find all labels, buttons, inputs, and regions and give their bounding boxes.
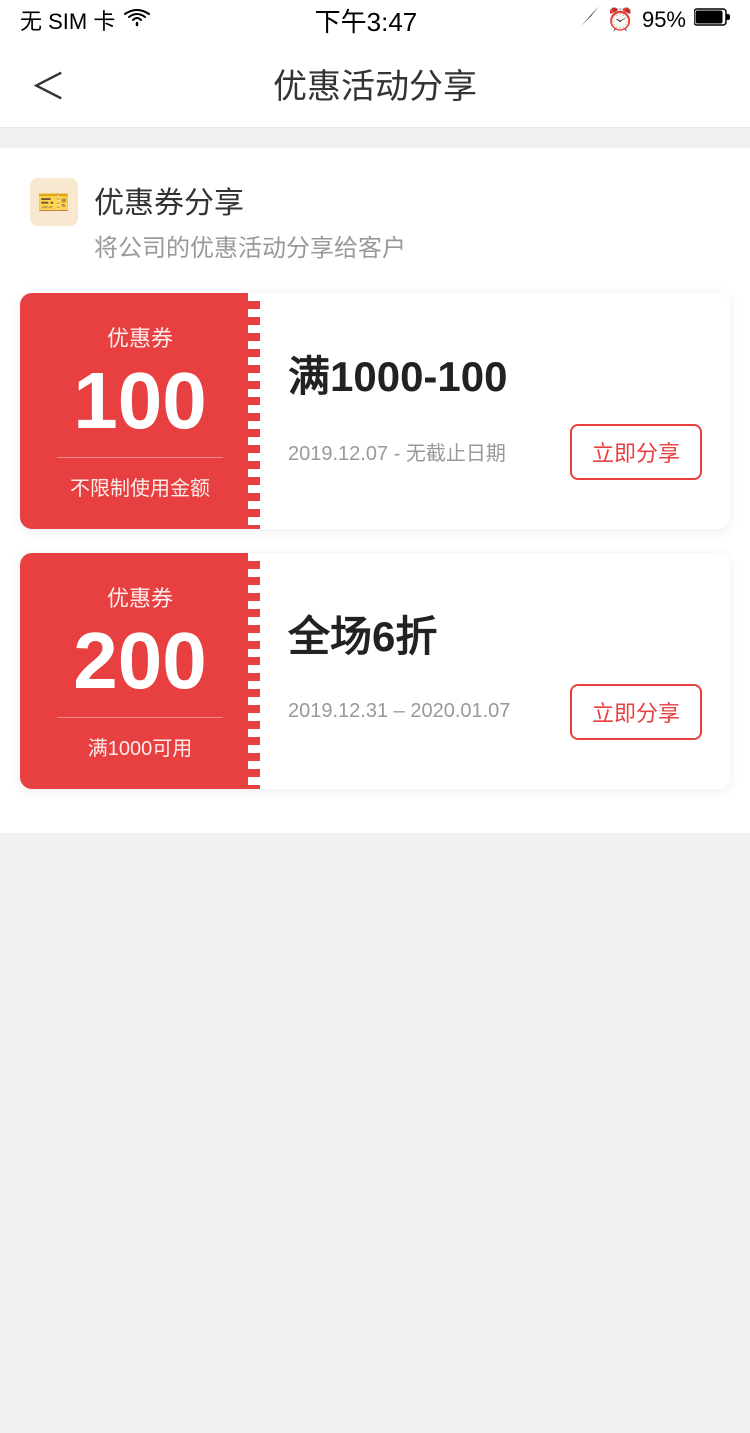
battery-text: 95%: [642, 7, 686, 33]
coupon-amount-2: 200: [73, 621, 206, 701]
coupon-name-2: 全场6折: [288, 603, 702, 664]
section-divider: [0, 128, 750, 148]
coupon-card-1: 优惠券 100 不限制使用金额 满1000-100 2019.12.07 - 无…: [20, 293, 730, 529]
coupon-list: 优惠券 100 不限制使用金额 满1000-100 2019.12.07 - 无…: [0, 283, 750, 833]
back-button[interactable]: ＜: [30, 58, 66, 110]
coupon-label-2: 优惠券: [107, 581, 173, 613]
status-left: 无 SIM 卡: [20, 4, 151, 36]
location-icon: [581, 6, 599, 34]
coupon-left-2: 优惠券 200 满1000可用: [20, 553, 260, 789]
alarm-icon: ⏰: [607, 7, 634, 33]
coupon-right-2: 全场6折 2019.12.31 – 2020.01.07 立即分享: [260, 553, 730, 789]
share-button-1[interactable]: 立即分享: [570, 424, 702, 480]
coupon-right-1: 满1000-100 2019.12.07 - 无截止日期 立即分享: [260, 293, 730, 529]
status-bar: 无 SIM 卡 下午3:47 ⏰ 95%: [0, 0, 750, 40]
status-right: ⏰ 95%: [581, 6, 730, 34]
bottom-area: [0, 833, 750, 1433]
nav-bar: ＜ 优惠活动分享: [0, 40, 750, 128]
page-title: 优惠活动分享: [273, 59, 477, 108]
coupon-date-2: 2019.12.31 – 2020.01.07: [288, 700, 510, 723]
section-title: 优惠券分享: [94, 178, 406, 222]
coupon-divider-2: [57, 717, 223, 718]
coupon-condition-1: 不限制使用金额: [70, 472, 210, 501]
carrier-text: 无 SIM 卡: [20, 4, 115, 36]
coupon-bottom-row-1: 2019.12.07 - 无截止日期 立即分享: [288, 424, 702, 480]
coupon-date-1: 2019.12.07 - 无截止日期: [288, 437, 506, 466]
coupon-label-1: 优惠券: [107, 321, 173, 353]
coupon-bottom-row-2: 2019.12.31 – 2020.01.07 立即分享: [288, 684, 702, 740]
coupon-left-1: 优惠券 100 不限制使用金额: [20, 293, 260, 529]
coupon-condition-2: 满1000可用: [88, 732, 193, 761]
coupon-card-2: 优惠券 200 满1000可用 全场6折 2019.12.31 – 2020.0…: [20, 553, 730, 789]
battery-icon: [694, 7, 730, 33]
coupon-amount-1: 100: [73, 361, 206, 441]
coupon-divider-1: [57, 457, 223, 458]
wifi-icon: [123, 7, 151, 33]
share-button-2[interactable]: 立即分享: [570, 684, 702, 740]
coupon-icon: 🎫: [30, 178, 78, 226]
section-text: 优惠券分享 将公司的优惠活动分享给客户: [94, 178, 406, 263]
section-subtitle: 将公司的优惠活动分享给客户: [94, 228, 406, 263]
time-display: 下午3:47: [315, 2, 418, 39]
section-header: 🎫 优惠券分享 将公司的优惠活动分享给客户: [0, 148, 750, 283]
coupon-name-1: 满1000-100: [288, 343, 702, 404]
